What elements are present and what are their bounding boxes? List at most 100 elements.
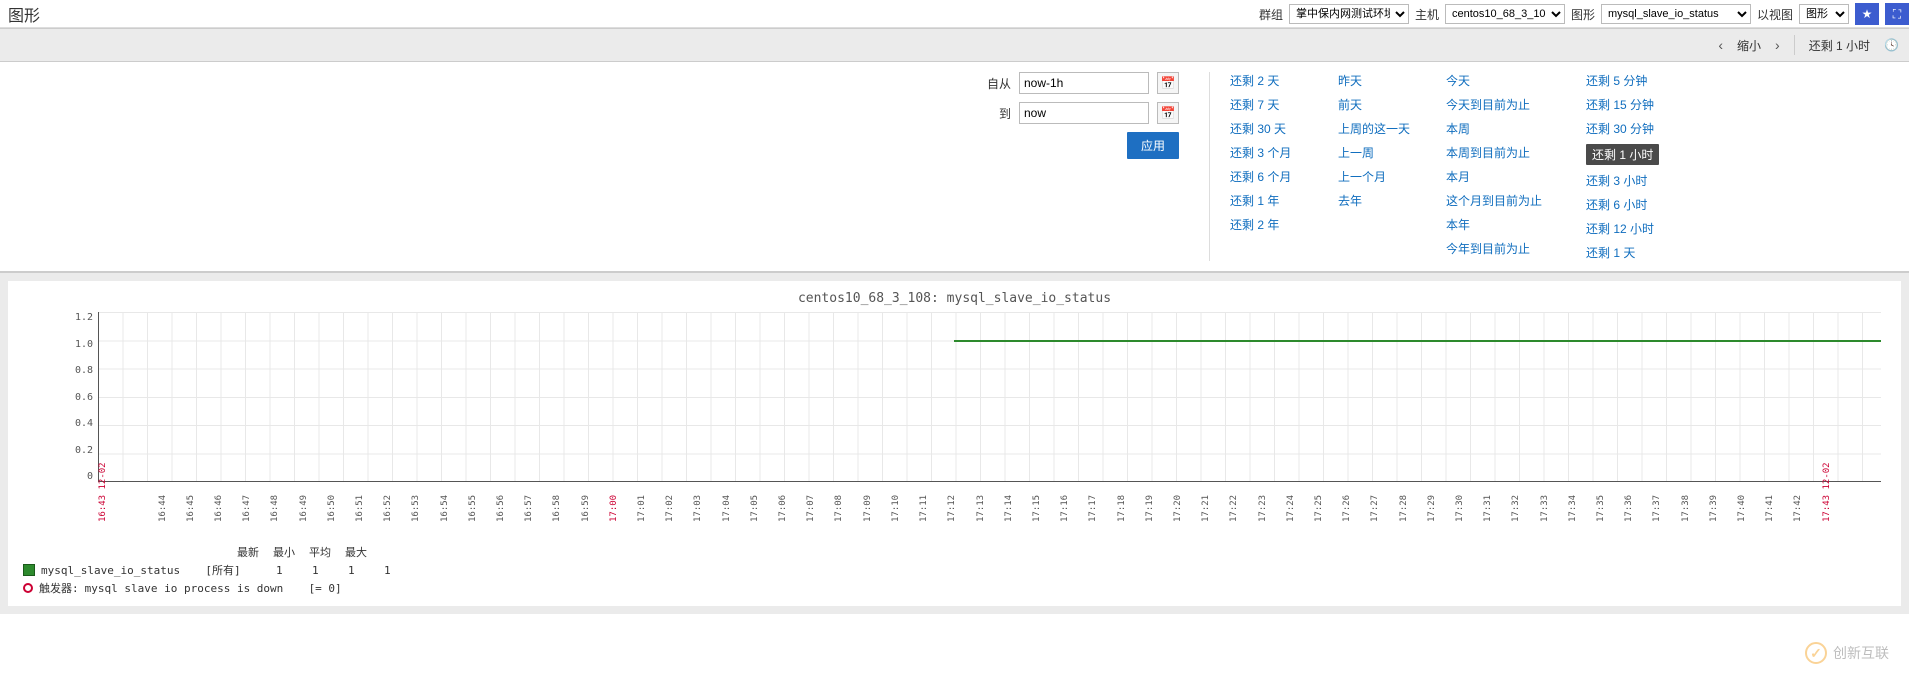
- watermark: ✓ 创新互联: [1805, 642, 1889, 664]
- group-select[interactable]: 掌中保内网测试环境: [1289, 4, 1409, 24]
- preset-link[interactable]: 上一个月: [1338, 168, 1446, 185]
- preset-link[interactable]: 还剩 2 年: [1230, 216, 1338, 233]
- preset-link[interactable]: 本月: [1446, 168, 1586, 185]
- preset-link[interactable]: 昨天: [1338, 72, 1446, 89]
- chart-title: centos10_68_3_108: mysql_slave_io_status: [23, 291, 1886, 306]
- legend-color-box: [23, 564, 35, 576]
- y-tick-label: 1.0: [63, 339, 93, 350]
- separator: [1794, 35, 1795, 55]
- time-range-label: 还剩 1 小时: [1809, 37, 1870, 54]
- x-tick-label: 17:43 12-02: [1822, 462, 1862, 522]
- preset-link[interactable]: 这个月到目前为止: [1446, 192, 1586, 209]
- series-line: [954, 340, 1881, 342]
- time-nav: ‹ 缩小 › 还剩 1 小时 🕓: [0, 28, 1909, 62]
- y-tick-label: 1.2: [63, 312, 93, 323]
- time-presets: 还剩 2 天还剩 7 天还剩 30 天还剩 3 个月还剩 6 个月还剩 1 年还…: [1209, 72, 1909, 261]
- trigger-condition: [= 0]: [309, 582, 342, 595]
- preset-link[interactable]: 还剩 30 天: [1230, 120, 1338, 137]
- to-calendar-icon[interactable]: 📅: [1157, 102, 1179, 124]
- from-input[interactable]: [1019, 72, 1149, 94]
- y-tick-label: 0: [63, 471, 93, 482]
- legend-header-cell: 平均: [295, 544, 331, 560]
- preset-col-3: 今天今天到目前为止本周本周到目前为止本月这个月到目前为止本年今年到目前为止: [1446, 72, 1586, 261]
- legend-value-cell: 1: [283, 564, 319, 577]
- fullscreen-icon[interactable]: ⛶: [1885, 3, 1909, 25]
- prev-arrow-icon[interactable]: ‹: [1718, 37, 1723, 53]
- preset-link[interactable]: 还剩 1 天: [1586, 244, 1694, 261]
- legend-series-name: mysql_slave_io_status: [41, 564, 180, 577]
- y-axis-labels: 1.2 1.0 0.8 0.6 0.4 0.2 0: [63, 312, 93, 482]
- preset-link[interactable]: 还剩 15 分钟: [1586, 96, 1694, 113]
- legend-header-cell: 最大: [331, 544, 367, 560]
- watermark-text: 创新互联: [1833, 643, 1889, 663]
- legend-value-cell: 1: [319, 564, 355, 577]
- preset-link[interactable]: 还剩 3 个月: [1230, 144, 1338, 161]
- view-label: 以视图: [1757, 6, 1793, 23]
- legend-value-cell: 1: [355, 564, 391, 577]
- page-title: 图形: [8, 2, 40, 26]
- preset-link[interactable]: 还剩 2 天: [1230, 72, 1338, 89]
- apply-button[interactable]: 应用: [1127, 132, 1179, 159]
- y-tick-label: 0.8: [63, 365, 93, 376]
- preset-link[interactable]: 还剩 7 天: [1230, 96, 1338, 113]
- plot-grid: [98, 312, 1881, 482]
- next-arrow-icon[interactable]: ›: [1775, 37, 1780, 53]
- preset-link[interactable]: 还剩 3 小时: [1586, 172, 1694, 189]
- preset-link[interactable]: 今年到目前为止: [1446, 240, 1586, 257]
- favorite-icon[interactable]: ★: [1855, 3, 1879, 25]
- trigger-label: 触发器:: [39, 580, 79, 596]
- preset-link[interactable]: 还剩 1 年: [1230, 192, 1338, 209]
- host-select[interactable]: centos10_68_3_108: [1445, 4, 1565, 24]
- preset-link[interactable]: 今天到目前为止: [1446, 96, 1586, 113]
- zoom-out-button[interactable]: 缩小: [1737, 37, 1761, 54]
- legend-header: 最新最小平均最大: [223, 544, 367, 560]
- preset-link[interactable]: 上周的这一天: [1338, 120, 1446, 137]
- clock-icon[interactable]: 🕓: [1884, 38, 1899, 52]
- preset-col-2: 昨天前天上周的这一天上一周上一个月去年: [1338, 72, 1446, 261]
- filter-panel: 自从 📅 到 📅 应用 还剩 2 天还剩 7 天还剩 30 天还剩 3 个月还剩…: [0, 62, 1909, 273]
- to-input[interactable]: [1019, 102, 1149, 124]
- top-filters: 群组 掌中保内网测试环境 主机 centos10_68_3_108 图形 mys…: [1259, 0, 1909, 28]
- trigger-icon: [23, 583, 33, 593]
- preset-link[interactable]: 还剩 12 小时: [1586, 220, 1694, 237]
- x-tick-label: 16:43 12-02: [98, 462, 138, 522]
- preset-link[interactable]: 去年: [1338, 192, 1446, 209]
- preset-link[interactable]: 还剩 5 分钟: [1586, 72, 1694, 89]
- top-header: 图形 群组 掌中保内网测试环境 主机 centos10_68_3_108 图形 …: [0, 0, 1909, 28]
- preset-link[interactable]: 本年: [1446, 216, 1586, 233]
- preset-link[interactable]: 本周: [1446, 120, 1586, 137]
- y-tick-label: 0.4: [63, 418, 93, 429]
- trigger-text: mysql slave io process is down: [85, 582, 284, 595]
- legend-series-row: mysql_slave_io_status [所有] 1111: [23, 562, 1886, 578]
- preset-link[interactable]: 还剩 6 小时: [1586, 196, 1694, 213]
- legend-values: 1111: [247, 564, 391, 577]
- preset-link[interactable]: 还剩 30 分钟: [1586, 120, 1694, 137]
- group-label: 群组: [1259, 6, 1283, 23]
- preset-col-1: 还剩 2 天还剩 7 天还剩 30 天还剩 3 个月还剩 6 个月还剩 1 年还…: [1230, 72, 1338, 261]
- legend: 最新最小平均最大 mysql_slave_io_status [所有] 1111…: [23, 544, 1886, 596]
- legend-value-cell: 1: [247, 564, 283, 577]
- preset-link[interactable]: 前天: [1338, 96, 1446, 113]
- view-select[interactable]: 图形: [1799, 4, 1849, 24]
- preset-link[interactable]: 还剩 1 小时: [1586, 144, 1659, 165]
- to-label: 到: [999, 105, 1011, 122]
- from-calendar-icon[interactable]: 📅: [1157, 72, 1179, 94]
- legend-series-tag: [所有]: [205, 562, 240, 578]
- y-tick-label: 0.2: [63, 445, 93, 456]
- host-label: 主机: [1415, 6, 1439, 23]
- legend-header-cell: 最小: [259, 544, 295, 560]
- preset-link[interactable]: 上一周: [1338, 144, 1446, 161]
- plot-area[interactable]: 1.21.00.80.60.40.20 16:43 12-0216:4416:4…: [63, 312, 1881, 502]
- preset-col-4: 还剩 5 分钟还剩 15 分钟还剩 30 分钟还剩 1 小时还剩 3 小时还剩 …: [1586, 72, 1694, 261]
- graph-select[interactable]: mysql_slave_io_status: [1601, 4, 1751, 24]
- legend-trigger-row: 触发器: mysql slave io process is down [= 0…: [23, 580, 1886, 596]
- y-tick-label: 0.6: [63, 392, 93, 403]
- preset-link[interactable]: 还剩 6 个月: [1230, 168, 1338, 185]
- chart-wrapper: centos10_68_3_108: mysql_slave_io_status…: [0, 273, 1909, 614]
- filter-inputs: 自从 📅 到 📅 应用: [0, 72, 1209, 261]
- preset-link[interactable]: 今天: [1446, 72, 1586, 89]
- watermark-icon: ✓: [1805, 642, 1827, 664]
- chart-panel: centos10_68_3_108: mysql_slave_io_status…: [8, 281, 1901, 606]
- preset-link[interactable]: 本周到目前为止: [1446, 144, 1586, 161]
- from-label: 自从: [987, 75, 1011, 92]
